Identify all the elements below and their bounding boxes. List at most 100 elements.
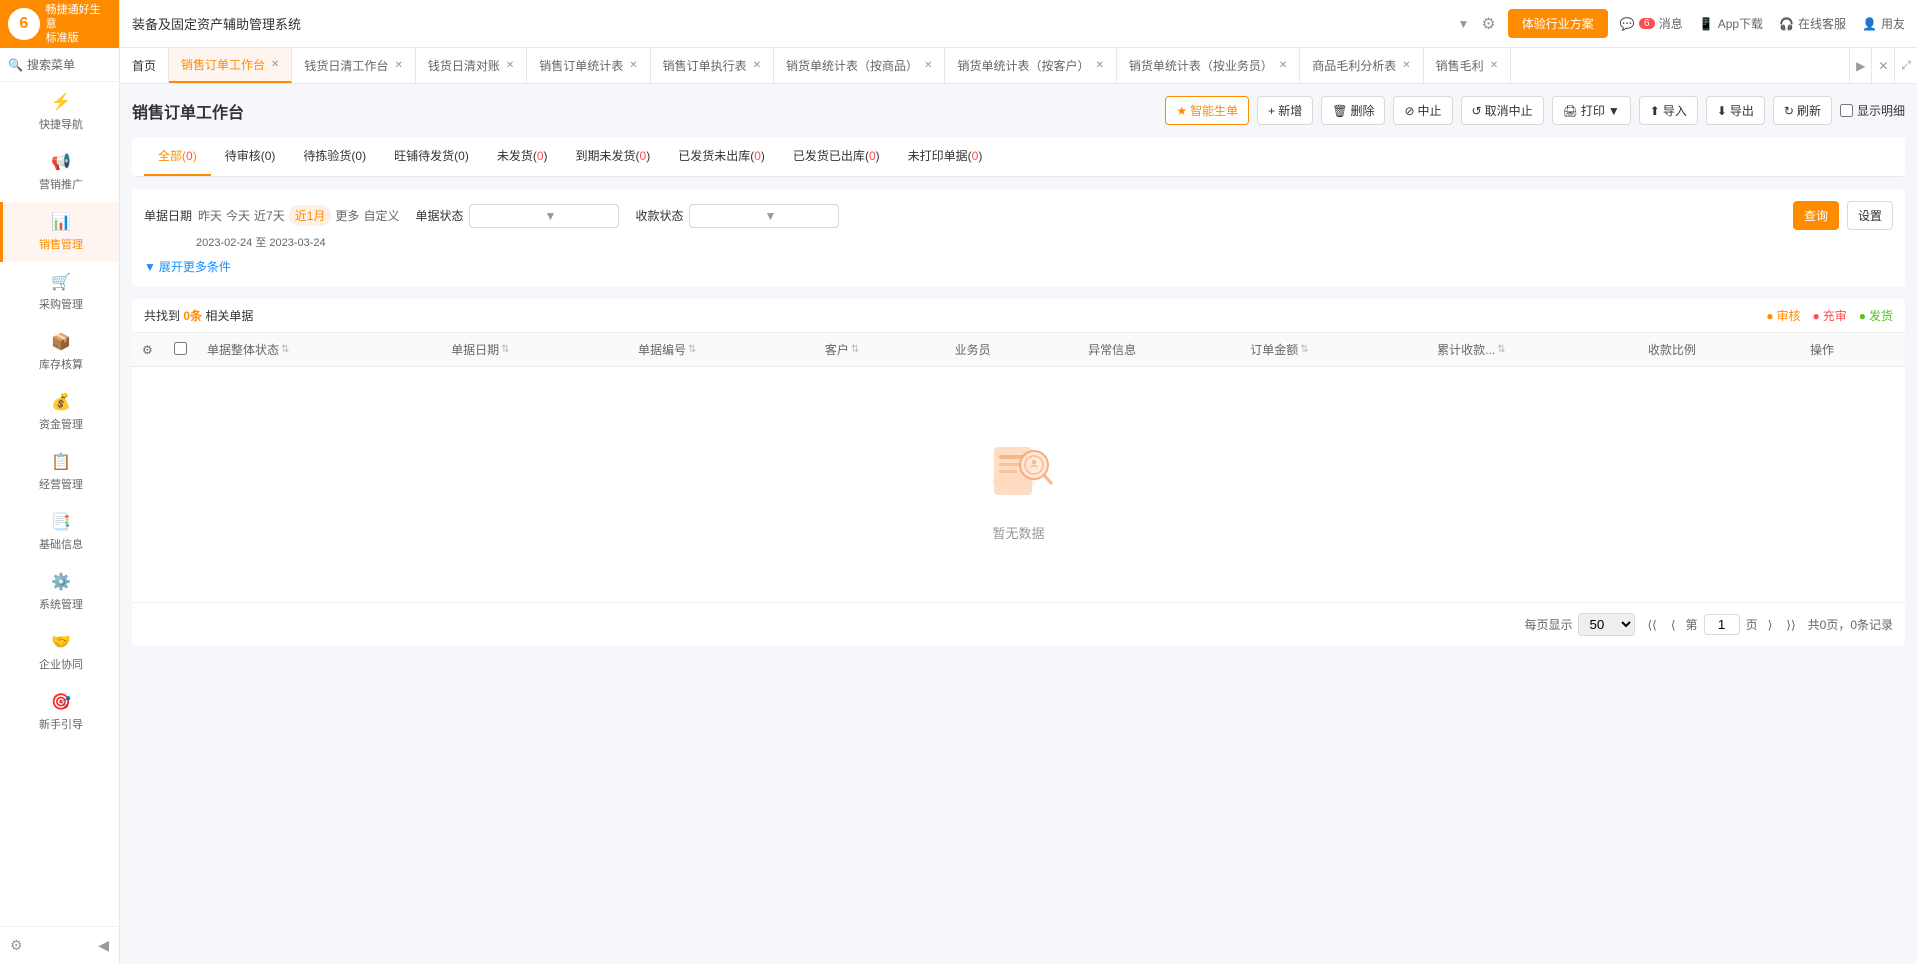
sidebar-item-operations[interactable]: 📋 经营管理 (0, 442, 119, 502)
col-customer: 客户 ⇅ (815, 333, 945, 367)
user-area[interactable]: 👤 用友 (1862, 15, 1905, 32)
tab-cash-reconcile[interactable]: 钱货日清对账 ✕ (416, 48, 527, 83)
sort-status[interactable]: 单据整体状态 ⇅ (207, 341, 431, 358)
message-btn[interactable]: 💬 6 消息 (1620, 15, 1683, 32)
page-last-btn[interactable]: ⟩⟩ (1782, 616, 1799, 634)
table-cancel-audit-btn[interactable]: ● 充审 (1812, 307, 1846, 324)
sidebar-search[interactable]: 🔍 搜索菜单 (0, 48, 119, 82)
sort-customer[interactable]: 客户 ⇅ (825, 341, 935, 358)
settings-filter-btn[interactable]: 设置 (1847, 201, 1893, 230)
tab-sales-stat[interactable]: 销售订单统计表 ✕ (527, 48, 650, 83)
tab-home[interactable]: 首页 (120, 48, 169, 83)
stop-btn[interactable]: ⊘ 中止 (1393, 96, 1452, 125)
filter-tab-overdue-not-shipped[interactable]: 到期未发货(0) (562, 137, 665, 176)
tab-close-sales-summary-customer[interactable]: ✕ (1095, 60, 1103, 71)
sort-amount[interactable]: 订单金额 ⇅ (1250, 341, 1417, 358)
sidebar-item-sales[interactable]: 📊 销售管理 (0, 202, 119, 262)
date-more[interactable]: 更多 (335, 207, 359, 224)
filter-tab-all[interactable]: 全部(0) (144, 137, 211, 176)
tab-close-sales-workbench[interactable]: ✕ (271, 59, 279, 70)
tab-close-sales-summary-staff[interactable]: ✕ (1279, 60, 1287, 71)
filter-tab-pending-inspect[interactable]: 待拣验货(0) (289, 137, 380, 176)
table-audit-btn[interactable]: ● 审核 (1766, 307, 1800, 324)
filter-tab-pending-audit[interactable]: 待审核(0) (211, 137, 290, 176)
filter-tab-shipped-not-out[interactable]: 已发货未出库(0) (664, 137, 779, 176)
filter-tab-wangpu-pending[interactable]: 旺铺待发货(0) (380, 137, 483, 176)
tab-close-cash-daily[interactable]: ✕ (394, 60, 402, 71)
page-prev-btn[interactable]: ⟨ (1667, 616, 1680, 634)
show-detail-checkbox[interactable]: 显示明细 (1840, 102, 1905, 119)
date-7days[interactable]: 近7天 (254, 207, 285, 224)
payment-select[interactable]: ▼ (689, 204, 839, 228)
sidebar-item-quick-nav[interactable]: ⚡ 快捷导航 (0, 82, 119, 142)
search-btn[interactable]: 查询 (1793, 201, 1839, 230)
new-btn[interactable]: + 新增 (1257, 96, 1313, 125)
page-first-btn[interactable]: ⟨⟨ (1643, 616, 1660, 634)
filter-tab-shipped-out[interactable]: 已发货已出库(0) (779, 137, 894, 176)
page-number-input[interactable] (1704, 614, 1740, 635)
sidebar-item-marketing[interactable]: 📢 营销推广 (0, 142, 119, 202)
page-next-btn[interactable]: ⟩ (1764, 616, 1777, 634)
page-size: 每页显示 20 50 100 (1524, 613, 1635, 636)
sidebar-item-finance[interactable]: 💰 资金管理 (0, 382, 119, 442)
expand-filter-btn[interactable]: ▼ 展开更多条件 (144, 258, 1893, 275)
import-btn[interactable]: ⬆ 导入 (1639, 96, 1698, 125)
smart-create-btn[interactable]: ★ 智能生单 (1165, 96, 1249, 125)
gear-icon[interactable]: ⚙ (1481, 14, 1495, 34)
refresh-icon: ↻ (1784, 104, 1794, 118)
tab-close-gross-profit[interactable]: ✕ (1402, 60, 1410, 71)
date-yesterday[interactable]: 昨天 (198, 207, 222, 224)
tab-gross-profit[interactable]: 商品毛利分析表 ✕ (1300, 48, 1423, 83)
sidebar-item-system[interactable]: ⚙️ 系统管理 (0, 562, 119, 622)
sidebar-bottom: ⚙ ◀ (0, 926, 119, 964)
empty-text: 暂无数据 (992, 523, 1044, 542)
tab-close-sales-profit[interactable]: ✕ (1490, 60, 1498, 71)
tab-scroll-right-btn[interactable]: ▶ (1849, 48, 1871, 84)
date-custom[interactable]: 自定义 (363, 207, 399, 224)
col-checkbox (164, 333, 197, 367)
sidebar-item-purchase[interactable]: 🛒 采购管理 (0, 262, 119, 322)
tab-close-sales-summary-product[interactable]: ✕ (924, 60, 932, 71)
filter-tab-not-shipped[interactable]: 未发货(0) (483, 137, 562, 176)
online-service-btn[interactable]: 🎧 在线客服 (1779, 15, 1846, 32)
sidebar-item-basic-info[interactable]: 📑 基础信息 (0, 502, 119, 562)
print-btn[interactable]: 🖨 打印 ▼ (1552, 96, 1631, 125)
refresh-btn[interactable]: ↻ 刷新 (1773, 96, 1832, 125)
tab-close-sales-exec[interactable]: ✕ (753, 60, 761, 71)
settings-bottom-icon[interactable]: ⚙ (10, 937, 23, 954)
status-select[interactable]: ▼ (469, 204, 619, 228)
plus-icon: + (1268, 104, 1275, 118)
page-size-select[interactable]: 20 50 100 (1578, 613, 1635, 636)
delete-btn[interactable]: 🗑 删除 (1321, 96, 1385, 125)
message-icon: 💬 (1620, 17, 1635, 31)
show-detail-input[interactable] (1840, 104, 1853, 117)
select-all-checkbox[interactable] (174, 342, 187, 355)
sort-number[interactable]: 单据编号 ⇅ (638, 341, 805, 358)
tab-sales-profit[interactable]: 销售毛利 ✕ (1424, 48, 1511, 83)
export-btn[interactable]: ⬇ 导出 (1706, 96, 1765, 125)
date-today[interactable]: 今天 (226, 207, 250, 224)
collapse-icon[interactable]: ◀ (98, 937, 109, 954)
cancel-stop-btn[interactable]: ↺ 取消中止 (1461, 96, 1544, 125)
sidebar-item-new-guide[interactable]: 🎯 新手引导 (0, 682, 119, 742)
app-download-btn[interactable]: 📱 App下载 (1699, 15, 1763, 32)
sort-date[interactable]: 单据日期 ⇅ (451, 341, 618, 358)
table-ship-btn[interactable]: ● 发货 (1859, 307, 1893, 324)
sidebar-item-enterprise[interactable]: 🤝 企业协同 (0, 622, 119, 682)
tab-sales-summary-staff[interactable]: 销货单统计表（按业务员） ✕ (1117, 48, 1300, 83)
tab-sales-workbench[interactable]: 销售订单工作台 ✕ (169, 48, 292, 83)
sidebar-item-inventory[interactable]: 📦 库存核算 (0, 322, 119, 382)
tab-sales-summary-customer[interactable]: 销货单统计表（按客户） ✕ (945, 48, 1116, 83)
tab-close-sales-stat[interactable]: ✕ (629, 60, 637, 71)
filter-tab-not-printed[interactable]: 未打印单据(0) (894, 137, 997, 176)
date-1month[interactable]: 近1月 (289, 205, 332, 226)
tab-expand-btn[interactable]: ⤢ (1894, 48, 1917, 84)
sort-collected[interactable]: 累计收款... ⇅ (1437, 341, 1628, 358)
col-settings-icon[interactable]: ⚙ (142, 343, 153, 357)
tab-sales-summary-product[interactable]: 销货单统计表（按商品） ✕ (774, 48, 945, 83)
tab-close-all-btn[interactable]: ✕ (1871, 48, 1894, 84)
tab-sales-exec[interactable]: 销售订单执行表 ✕ (651, 48, 774, 83)
tab-cash-daily[interactable]: 钱货日清工作台 ✕ (292, 48, 415, 83)
industry-btn[interactable]: 体验行业方案 (1508, 9, 1608, 38)
tab-close-cash-reconcile[interactable]: ✕ (506, 60, 514, 71)
